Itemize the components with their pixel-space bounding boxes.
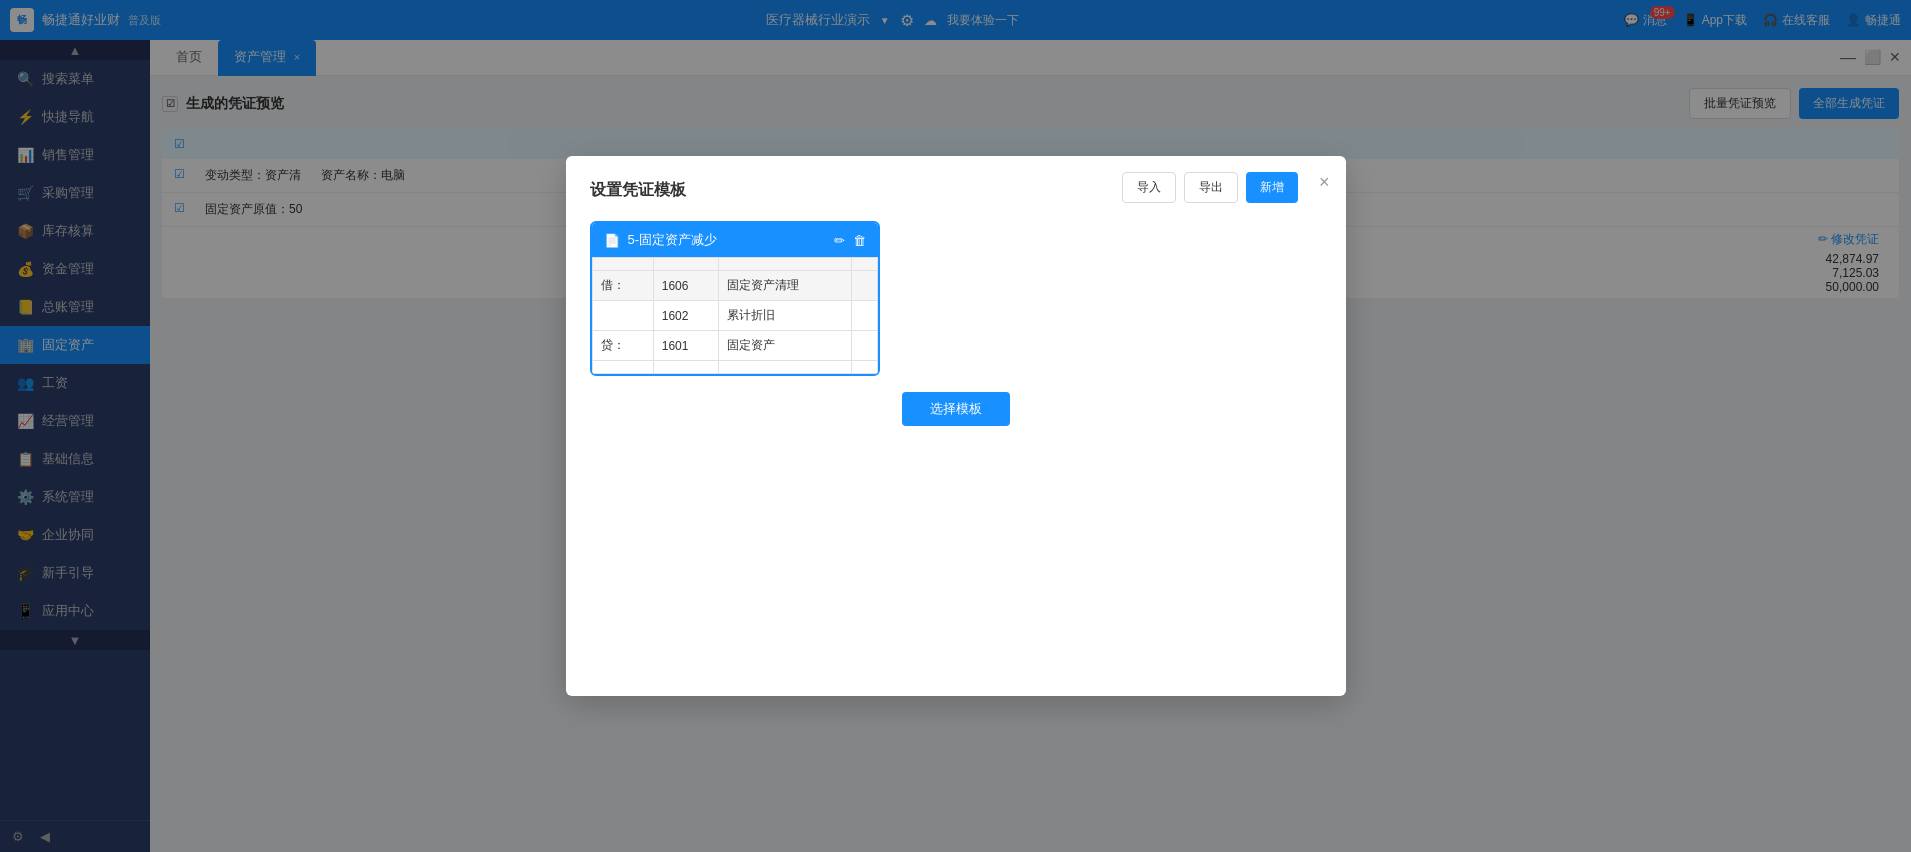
template-card-actions: ✏ 🗑 (834, 233, 866, 248)
template-entry-2: 1602 累计折旧 (592, 301, 877, 331)
new-template-button[interactable]: 新增 (1246, 172, 1298, 203)
entry1-code: 1606 (653, 271, 718, 301)
entry2-name: 累计折旧 (719, 301, 852, 331)
modal-close-button[interactable]: × (1319, 172, 1330, 193)
template-entries-table: 借： 1606 固定资产清理 1602 累计折旧 贷： (592, 257, 878, 374)
modal-overlay: 设置凭证模板 导入 导出 新增 × 📄 5-固定资产减少 ✏ 🗑 (0, 0, 1911, 852)
empty2 (653, 361, 718, 374)
entry1-amount (852, 271, 877, 301)
empty3 (719, 361, 852, 374)
th-amount (852, 258, 877, 271)
entry3-type: 贷： (592, 331, 653, 361)
template-delete-icon[interactable]: 🗑 (853, 233, 866, 248)
empty1 (592, 361, 653, 374)
select-template-button[interactable]: 选择模板 (902, 392, 1010, 426)
export-button[interactable]: 导出 (1184, 172, 1238, 203)
template-edit-icon[interactable]: ✏ (834, 233, 845, 248)
modal-dialog: 设置凭证模板 导入 导出 新增 × 📄 5-固定资产减少 ✏ 🗑 (566, 156, 1346, 696)
entry3-code: 1601 (653, 331, 718, 361)
template-doc-icon: 📄 (604, 233, 620, 248)
template-card: 📄 5-固定资产减少 ✏ 🗑 (590, 221, 880, 376)
import-button[interactable]: 导入 (1122, 172, 1176, 203)
template-entry-1: 借： 1606 固定资产清理 (592, 271, 877, 301)
entry1-type: 借： (592, 271, 653, 301)
template-entry-empty (592, 361, 877, 374)
entry3-amount (852, 331, 877, 361)
template-body: 借： 1606 固定资产清理 1602 累计折旧 贷： (592, 257, 878, 374)
th-code (653, 258, 718, 271)
template-card-header: 📄 5-固定资产减少 ✏ 🗑 (592, 223, 878, 257)
th-name (719, 258, 852, 271)
template-id-name: 5-固定资产减少 (628, 231, 718, 249)
template-header-left: 📄 5-固定资产减少 (604, 231, 718, 249)
th-type (592, 258, 653, 271)
template-table-header (592, 258, 877, 271)
entry2-type (592, 301, 653, 331)
template-entry-3: 贷： 1601 固定资产 (592, 331, 877, 361)
entry1-name: 固定资产清理 (719, 271, 852, 301)
modal-toolbar: 导入 导出 新增 (1122, 172, 1298, 203)
entry2-code: 1602 (653, 301, 718, 331)
entry2-amount (852, 301, 877, 331)
entry3-name: 固定资产 (719, 331, 852, 361)
empty4 (852, 361, 877, 374)
